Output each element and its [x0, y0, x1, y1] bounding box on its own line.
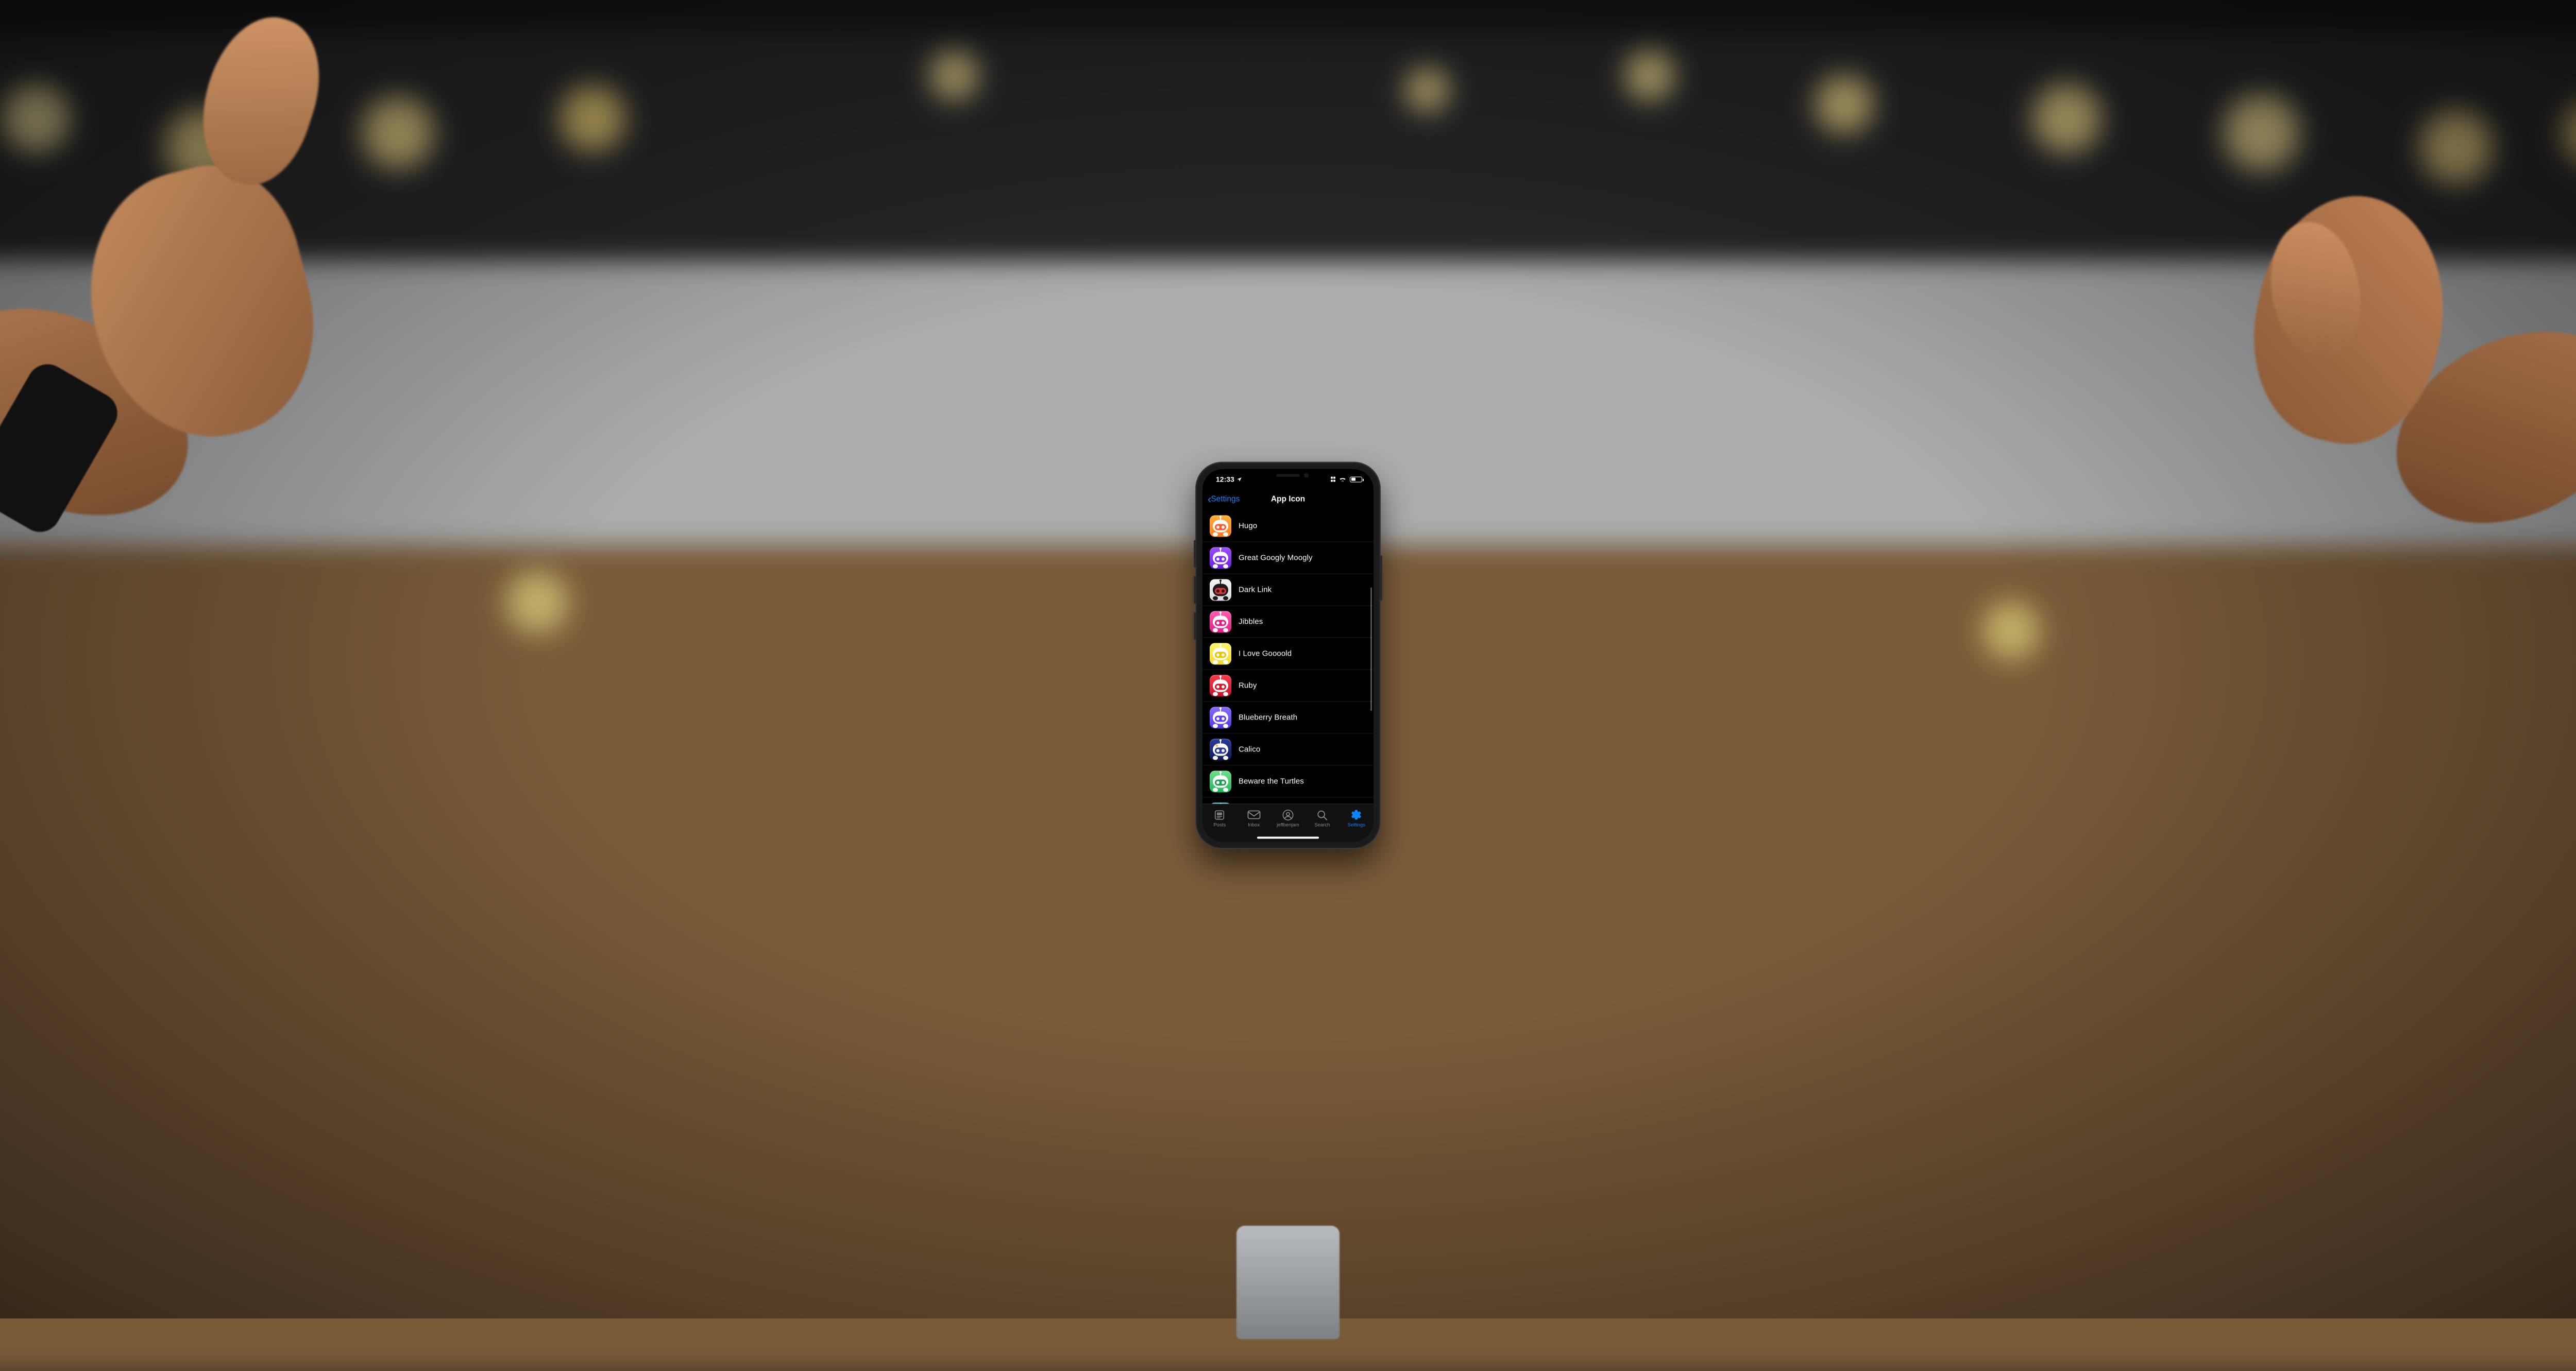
app-icon-list[interactable]: Hugo Great Googly Moogly Dark Link Jibbl…	[1202, 510, 1374, 804]
app-icon-row[interactable]: Ruby	[1202, 670, 1374, 702]
page-title: App Icon	[1271, 495, 1305, 504]
app-icon-thumbnail	[1210, 643, 1231, 664]
app-icon-label: Ruby	[1239, 681, 1257, 690]
battery-icon	[1350, 476, 1362, 482]
app-icon-row[interactable]: Blueberry Breath	[1202, 702, 1374, 734]
location-icon	[1236, 476, 1242, 482]
app-icon-row[interactable]: Great Googly Moogly	[1202, 542, 1374, 574]
tab-label: jeffbenjam	[1277, 822, 1299, 828]
home-indicator[interactable]	[1257, 836, 1319, 839]
phone-stand	[1236, 1226, 1340, 1339]
app-icon-label: Beware the Turtles	[1239, 777, 1304, 786]
app-icon-label: Jibbles	[1239, 618, 1263, 626]
app-icon-row[interactable]: Dark Link	[1202, 574, 1374, 606]
app-icon-row[interactable]: I Love Goooold	[1202, 638, 1374, 670]
wifi-icon	[1338, 476, 1347, 483]
tab-account[interactable]: jeffbenjam	[1271, 804, 1305, 833]
app-icon-label: Dark Link	[1239, 586, 1272, 594]
app-icon-thumbnail	[1210, 739, 1231, 760]
posts-icon	[1213, 809, 1226, 821]
tab-settings[interactable]: Settings	[1340, 804, 1374, 833]
app-icon-label: Great Googly Moogly	[1239, 554, 1313, 562]
clock: 12:33	[1216, 475, 1234, 484]
app-icon-label: I Love Goooold	[1239, 649, 1292, 658]
settings-icon	[1350, 809, 1362, 821]
app-icon-thumbnail	[1210, 707, 1231, 728]
back-button[interactable]: ‹ Settings	[1208, 494, 1240, 505]
app-icon-thumbnail	[1210, 515, 1231, 537]
app-icon-thumbnail	[1210, 547, 1231, 569]
app-icon-row[interactable]: Under the Sea	[1202, 798, 1374, 804]
app-icon-label: Hugo	[1239, 522, 1257, 530]
tab-label: Search	[1314, 822, 1330, 828]
app-icon-row[interactable]: Beware the Turtles	[1202, 766, 1374, 798]
app-icon-row[interactable]: Hugo	[1202, 510, 1374, 542]
app-icon-thumbnail	[1210, 579, 1231, 601]
app-icon-row[interactable]: Jibbles	[1202, 606, 1374, 638]
tab-posts[interactable]: Posts	[1202, 804, 1236, 833]
app-icon-thumbnail	[1210, 611, 1231, 632]
tab-label: Inbox	[1248, 822, 1260, 828]
scroll-indicator	[1370, 588, 1372, 711]
status-left: 12:33	[1216, 475, 1242, 484]
app-icon-thumbnail	[1210, 675, 1231, 696]
app-icon-label: Calico	[1239, 745, 1260, 754]
inbox-icon	[1247, 809, 1261, 821]
app-icon-label: Blueberry Breath	[1239, 713, 1297, 722]
status-right	[1331, 476, 1363, 483]
tab-search[interactable]: Search	[1305, 804, 1339, 833]
notch	[1245, 469, 1331, 483]
search-icon	[1316, 809, 1328, 821]
back-label: Settings	[1211, 495, 1240, 504]
tab-inbox[interactable]: Inbox	[1236, 804, 1270, 833]
screen: 12:33 ‹ Settings App Icon	[1202, 469, 1374, 842]
tab-label: Posts	[1213, 822, 1226, 828]
iphone-device: 12:33 ‹ Settings App Icon	[1196, 463, 1380, 848]
tab-label: Settings	[1348, 822, 1365, 828]
cellular-icon	[1331, 477, 1336, 482]
account-icon	[1282, 809, 1294, 821]
app-icon-row[interactable]: Calico	[1202, 734, 1374, 766]
navigation-bar: ‹ Settings App Icon	[1202, 490, 1374, 509]
app-icon-thumbnail	[1210, 770, 1231, 792]
